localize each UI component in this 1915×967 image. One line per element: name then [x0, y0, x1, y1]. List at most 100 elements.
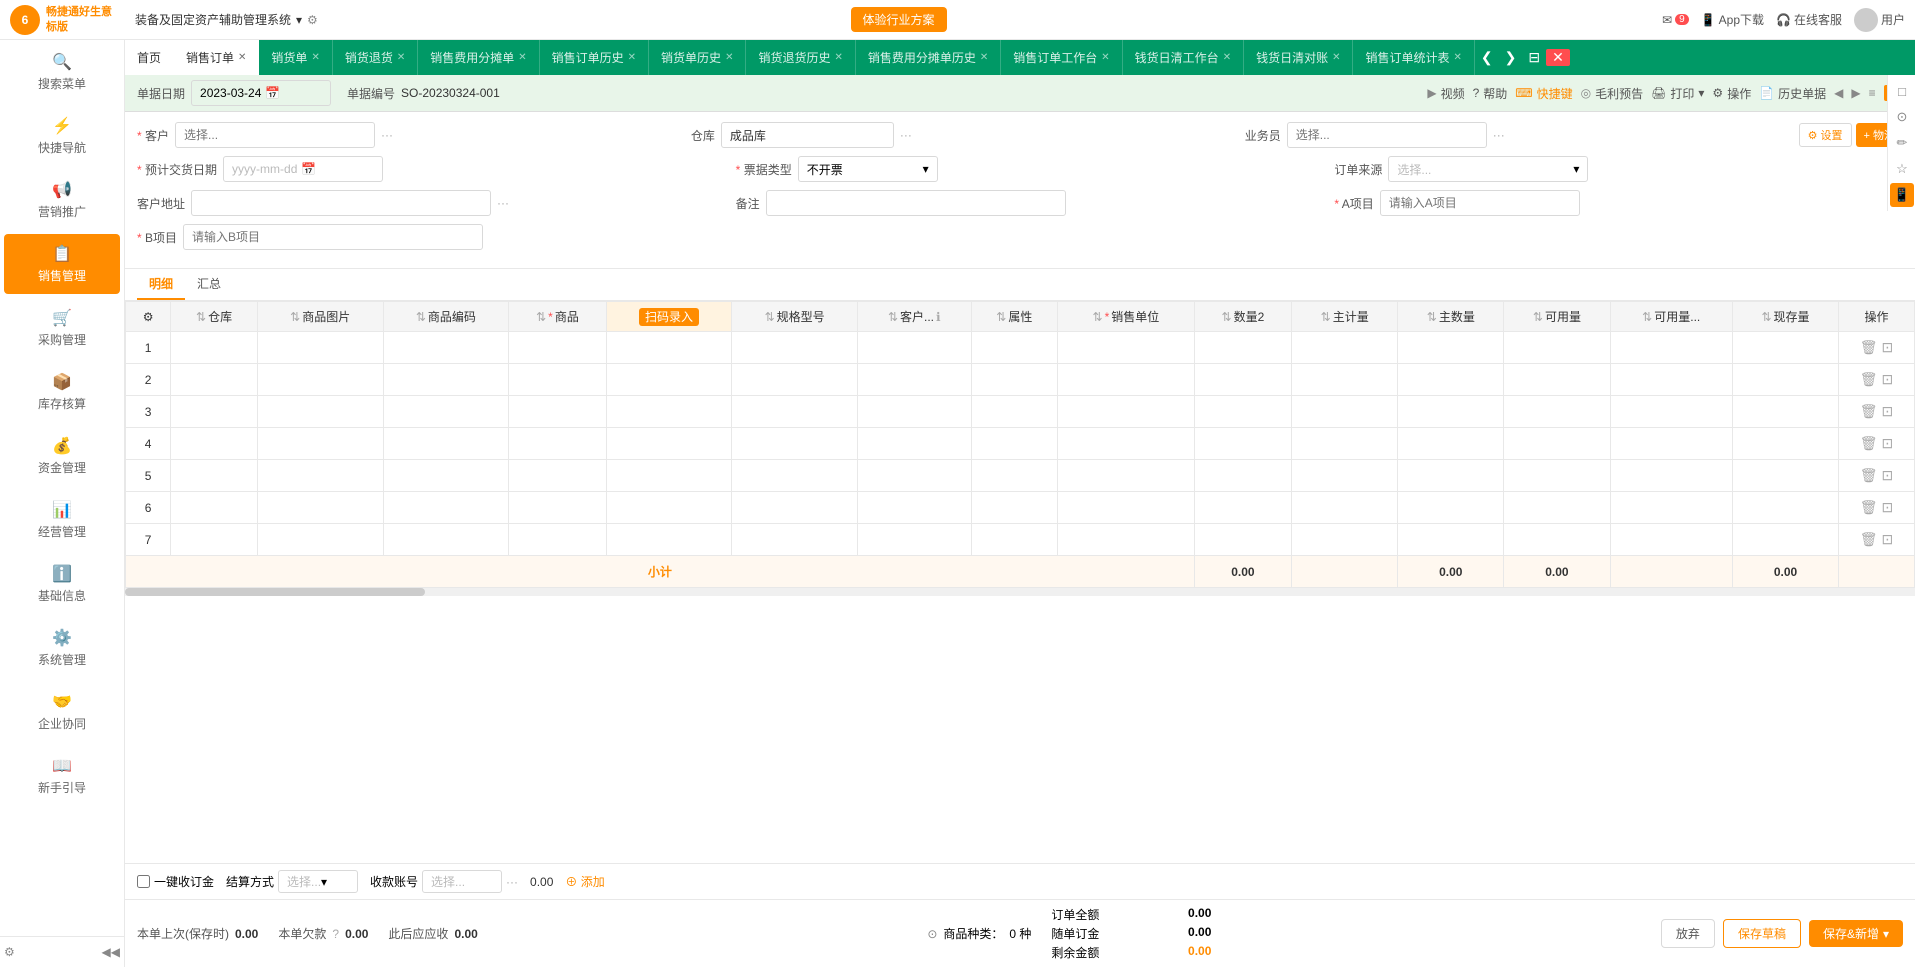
- delete-row-icon[interactable]: 🗑: [1860, 339, 1878, 356]
- col-available2[interactable]: ⇅可用量...: [1610, 302, 1732, 332]
- settings-btn[interactable]: ⚙ 设置: [1799, 123, 1852, 147]
- draft-button[interactable]: 保存草稿: [1723, 919, 1801, 948]
- col-attribute[interactable]: ⇅属性: [971, 302, 1058, 332]
- app-download-button[interactable]: 📱 App下载: [1701, 11, 1764, 28]
- profit-btn[interactable]: ◎ 毛利预告: [1581, 85, 1644, 102]
- remark-input[interactable]: [766, 190, 1066, 216]
- sidebar-item-management[interactable]: 📊 经营管理: [4, 490, 120, 550]
- tab-detail[interactable]: 明细: [137, 269, 185, 300]
- settings-icon[interactable]: ⚙: [307, 13, 318, 27]
- customer-dots[interactable]: ···: [381, 128, 393, 142]
- col-current-stock[interactable]: ⇅现存量: [1732, 302, 1838, 332]
- delete-row-icon[interactable]: 🗑: [1860, 531, 1878, 548]
- delete-row-icon[interactable]: 🗑: [1860, 403, 1878, 420]
- copy-row-icon[interactable]: ⊡: [1882, 467, 1894, 484]
- col-image[interactable]: ⇅商品图片: [257, 302, 383, 332]
- one-click-settle-checkbox[interactable]: 一键收订金: [137, 873, 214, 890]
- account-dots[interactable]: ···: [506, 875, 518, 889]
- col-spec[interactable]: ⇅规格型号: [732, 302, 858, 332]
- right-panel-btn-3[interactable]: ✏: [1890, 131, 1914, 155]
- sidebar-item-inventory[interactable]: 📦 库存核算: [4, 362, 120, 422]
- tab-sales-return[interactable]: 销货退货 ✕: [333, 40, 418, 75]
- sidebar-item-enterprise[interactable]: 🤝 企业协同: [4, 682, 120, 742]
- delete-row-icon[interactable]: 🗑: [1860, 467, 1878, 484]
- col-unit[interactable]: ⇅*销售单位: [1058, 302, 1195, 332]
- col-available[interactable]: ⇅可用量: [1504, 302, 1610, 332]
- col-warehouse[interactable]: ⇅仓库: [171, 302, 258, 332]
- system-name[interactable]: 装备及固定资产辅助管理系统 ▾ ⚙: [135, 11, 851, 28]
- tab-close-icon[interactable]: ✕: [311, 52, 319, 63]
- address-dots[interactable]: ···: [497, 196, 509, 210]
- history-btn[interactable]: 📄 历史单据: [1759, 85, 1826, 102]
- list-view-icon[interactable]: ≡: [1869, 86, 1876, 100]
- sidebar-item-basics[interactable]: ℹ️ 基础信息: [4, 554, 120, 614]
- user-menu[interactable]: 用户: [1854, 8, 1905, 32]
- b-project-input[interactable]: [183, 224, 483, 250]
- tab-close-icon[interactable]: ✕: [397, 52, 405, 63]
- tab-close-icon[interactable]: ✕: [1332, 52, 1340, 63]
- tab-home[interactable]: 首页: [125, 40, 174, 75]
- tab-menu-btn[interactable]: ⊟: [1522, 49, 1546, 66]
- sidebar-item-marketing[interactable]: 📢 营销推广: [4, 170, 120, 230]
- col-qty2[interactable]: ⇅数量2: [1194, 302, 1291, 332]
- customer-address-input[interactable]: [191, 190, 491, 216]
- settle-method-select[interactable]: 选择... ▾: [278, 870, 358, 893]
- a-project-input[interactable]: [1380, 190, 1580, 216]
- warehouse-dots[interactable]: ···: [900, 128, 912, 142]
- tab-close-icon[interactable]: ✕: [1101, 52, 1109, 63]
- online-support-button[interactable]: 🎧 在线客服: [1776, 11, 1842, 28]
- copy-row-icon[interactable]: ⊡: [1882, 531, 1894, 548]
- tab-return-history[interactable]: 销货退货历史 ✕: [746, 40, 855, 75]
- next-record-icon[interactable]: ▶: [1851, 86, 1860, 100]
- print-btn[interactable]: 🖨 打印 ▾: [1651, 85, 1704, 102]
- prev-record-icon[interactable]: ◀: [1834, 86, 1843, 100]
- add-link[interactable]: ⊕ 添加: [565, 873, 604, 890]
- copy-row-icon[interactable]: ⊡: [1882, 403, 1894, 420]
- shortcut-btn[interactable]: ⌨ 快捷键: [1515, 85, 1572, 102]
- delete-row-icon[interactable]: 🗑: [1860, 499, 1878, 516]
- tab-close-icon[interactable]: ✕: [725, 52, 733, 63]
- col-main-unit[interactable]: ⇅主计量: [1292, 302, 1398, 332]
- tab-next-btn[interactable]: ❯: [1499, 49, 1523, 66]
- operation-btn[interactable]: ⚙ 操作: [1712, 85, 1751, 102]
- video-help-btn[interactable]: ▶ 视频: [1427, 85, 1464, 102]
- account-select[interactable]: 选择...: [422, 870, 502, 893]
- copy-row-icon[interactable]: ⊡: [1882, 371, 1894, 388]
- tab-daily-workbench[interactable]: 钱货日清工作台 ✕: [1123, 40, 1244, 75]
- delivery-date-input[interactable]: yyyy-mm-dd 📅: [223, 156, 383, 182]
- sidebar-item-purchase[interactable]: 🛒 采购管理: [4, 298, 120, 358]
- delete-row-icon[interactable]: 🗑: [1860, 435, 1878, 452]
- col-customer-code[interactable]: ⇅客户... ℹ: [857, 302, 971, 332]
- copy-row-icon[interactable]: ⊡: [1882, 499, 1894, 516]
- tab-close-icon[interactable]: ✕: [628, 52, 636, 63]
- date-input[interactable]: 2023-03-24 📅: [191, 80, 331, 106]
- tab-slip-history[interactable]: 销货单历史 ✕: [649, 40, 746, 75]
- sidebar-item-system[interactable]: ⚙️ 系统管理: [4, 618, 120, 678]
- message-button[interactable]: ✉ 9: [1662, 13, 1689, 27]
- discard-button[interactable]: 放弃: [1661, 919, 1715, 948]
- tab-close-icon[interactable]: ✕: [1454, 52, 1462, 63]
- tab-order-history[interactable]: 销售订单历史 ✕: [540, 40, 649, 75]
- right-panel-btn-5[interactable]: 📱: [1890, 183, 1914, 207]
- help-btn[interactable]: ? 帮助: [1473, 85, 1508, 102]
- tab-order-workbench[interactable]: 销售订单工作台 ✕: [1001, 40, 1122, 75]
- tab-close-all-btn[interactable]: ✕: [1546, 49, 1570, 66]
- col-product-code[interactable]: ⇅商品编码: [383, 302, 509, 332]
- right-panel-btn-2[interactable]: ⊙: [1890, 105, 1914, 129]
- sidebar-item-search[interactable]: 🔍 搜索菜单: [4, 42, 120, 102]
- scrollbar-thumb[interactable]: [125, 588, 425, 596]
- tab-close-icon[interactable]: ✕: [834, 52, 842, 63]
- copy-row-icon[interactable]: ⊡: [1882, 435, 1894, 452]
- tab-close-icon[interactable]: ✕: [1223, 52, 1231, 63]
- horizontal-scrollbar[interactable]: [125, 588, 1915, 596]
- tab-daily-reconcile[interactable]: 钱货日清对账 ✕: [1244, 40, 1353, 75]
- tab-close-icon[interactable]: ✕: [518, 52, 526, 63]
- copy-row-icon[interactable]: ⊡: [1882, 339, 1894, 356]
- tab-sales-slip[interactable]: 销货单 ✕: [259, 40, 332, 75]
- customer-input[interactable]: [175, 122, 375, 148]
- col-scan[interactable]: 扫码录入: [606, 302, 732, 332]
- tab-close-icon[interactable]: ✕: [980, 52, 988, 63]
- sidebar-item-finance[interactable]: 💰 资金管理: [4, 426, 120, 486]
- tab-sales-expense[interactable]: 销售费用分摊单 ✕: [418, 40, 539, 75]
- save-new-button[interactable]: 保存&新增 ▾: [1809, 920, 1903, 947]
